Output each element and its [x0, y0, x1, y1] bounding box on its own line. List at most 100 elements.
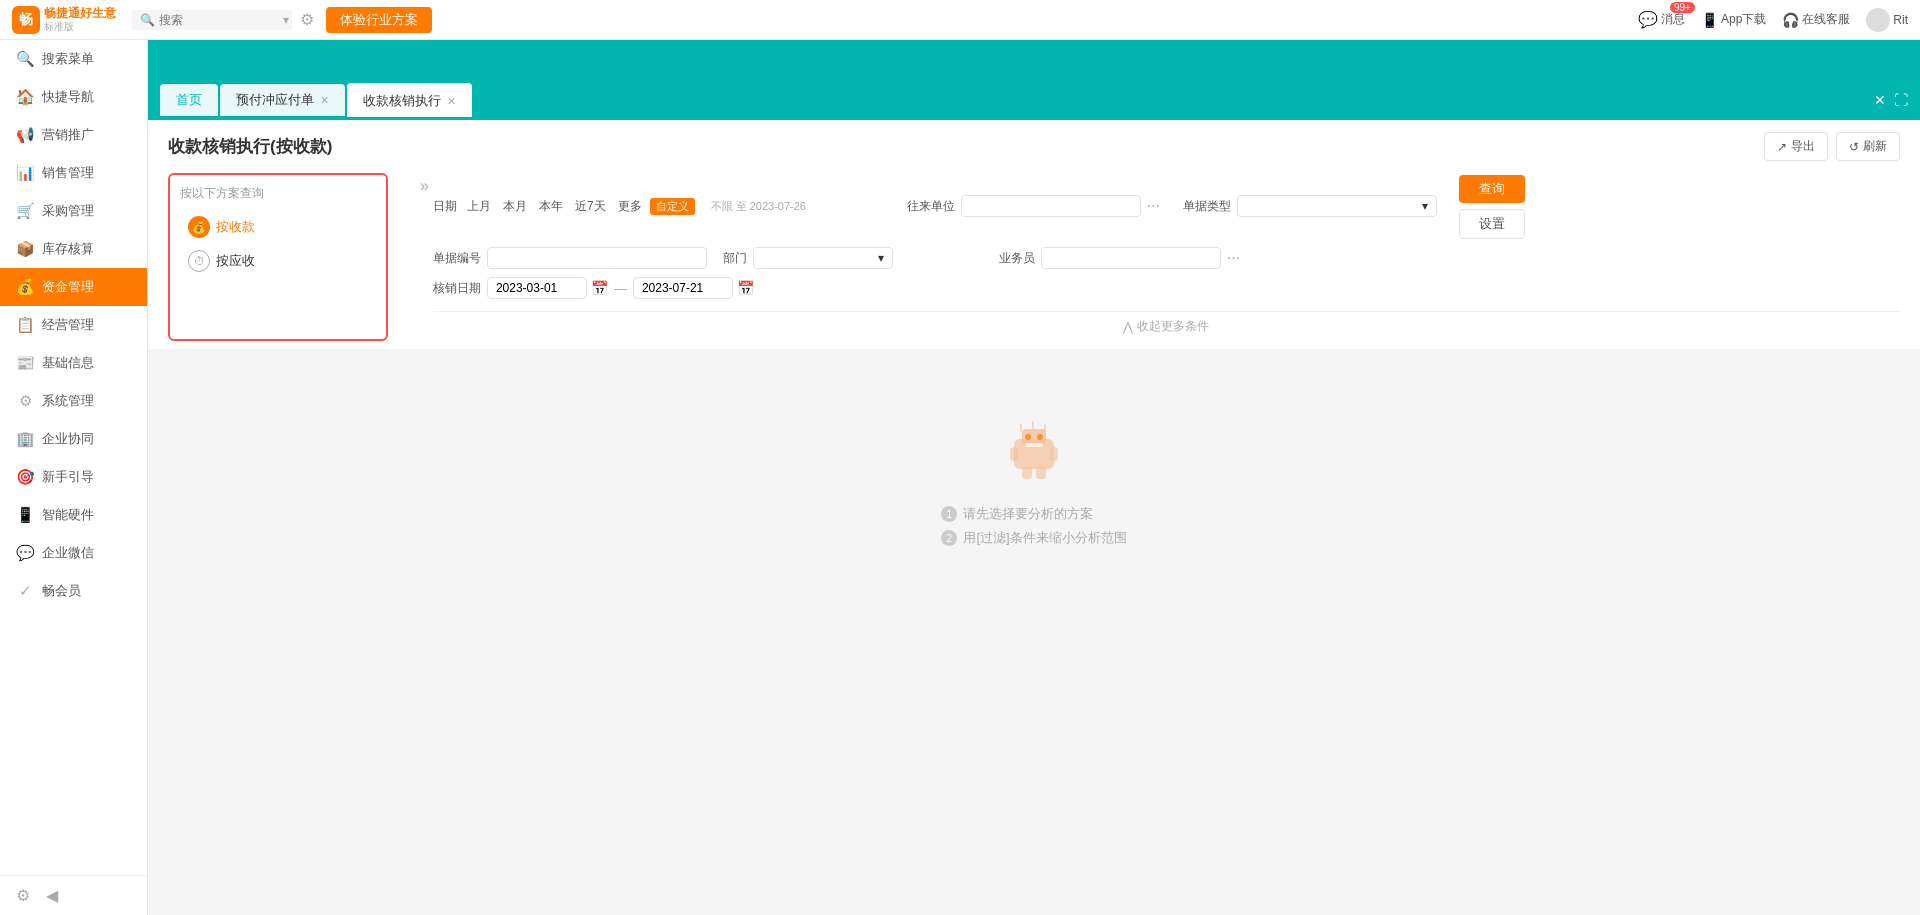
solution-button[interactable]: 体验行业方案 [326, 7, 432, 33]
message-badge: 99+ [1670, 2, 1695, 13]
filter-option-by-receivable[interactable]: ⏱ 按应收 [180, 244, 376, 278]
collapse-more-conditions[interactable]: ⋀ 收起更多条件 [433, 311, 1900, 341]
sidebar-item-inventory[interactable]: 📦 库存核算 [0, 230, 147, 268]
refresh-button[interactable]: ↺ 刷新 [1836, 132, 1900, 161]
user-button[interactable]: Rit [1866, 8, 1908, 32]
sidebar-item-business[interactable]: 📋 经营管理 [0, 306, 147, 344]
date-custom-tag[interactable]: 自定义 [650, 198, 695, 215]
tab-receipt[interactable]: 收款核销执行 ✕ [347, 83, 472, 117]
filter-field-counterpart: 往来单位 ··· [907, 195, 1167, 217]
sidebar-item-basic[interactable]: 📰 基础信息 [0, 344, 147, 382]
empty-state-image [994, 409, 1074, 489]
empty-state: 1 请先选择要分析的方案 2 用[过滤]条件来缩小分析范围 [148, 349, 1920, 587]
sidebar-item-enterprise[interactable]: 🏢 企业协同 [0, 420, 147, 458]
page-content: 收款核销执行(按收款) ↗ 导出 ↺ 刷新 按以下方案 [148, 120, 1920, 915]
filter-buttons: 查询 设置 [1459, 175, 1525, 239]
svg-point-2 [1025, 434, 1031, 440]
enterprise-icon: 🏢 [16, 430, 34, 448]
dept-select[interactable]: ▾ [753, 247, 893, 269]
staff-dots-icon[interactable]: ··· [1227, 249, 1240, 267]
date-range-separator: — [614, 281, 627, 296]
date-shortcut-this-month[interactable]: 本月 [499, 196, 531, 217]
sidebar-item-label: 经营管理 [42, 316, 94, 334]
message-button[interactable]: 💬 消息 99+ [1638, 10, 1685, 29]
service-label: 在线客服 [1802, 11, 1850, 28]
date-label: 日期 [433, 198, 457, 215]
sidebar-item-guide[interactable]: 🎯 新手引导 [0, 458, 147, 496]
sidebar-item-marketing[interactable]: 📢 营销推广 [0, 116, 147, 154]
dept-label: 部门 [723, 250, 747, 267]
tip-num-1: 1 [941, 506, 957, 522]
export-icon: ↗ [1777, 140, 1787, 154]
doc-type-select[interactable]: ▾ [1237, 195, 1437, 217]
tab-receipt-close[interactable]: ✕ [447, 95, 456, 108]
sidebar-item-member[interactable]: ✓ 畅会员 [0, 572, 147, 610]
sidebar-item-hardware[interactable]: 📱 智能硬件 [0, 496, 147, 534]
verify-date-end-input[interactable] [633, 277, 733, 299]
date-shortcut-7days[interactable]: 近7天 [571, 196, 610, 217]
filter-field-date: 日期 上月 本月 本年 近7天 更多 自定义 [433, 196, 695, 217]
filter-field-verify-date: 核销日期 📅 — 📅 [433, 277, 754, 299]
page-title: 收款核销执行(按收款) [168, 135, 332, 158]
filter-field-doc-no: 单据编号 [433, 247, 707, 269]
chevron-up-icon: ⋀ [1123, 320, 1133, 334]
filter-scheme-panel: 按以下方案查询 💰 按收款 ⏱ 按应收 [168, 173, 388, 341]
tab-expand-icon[interactable]: ⛶ [1894, 92, 1908, 108]
tabs-bar: 首页 预付冲应付单 ✕ 收款核销执行 ✕ ✕ ⛶ [148, 80, 1920, 120]
staff-label: 业务员 [999, 250, 1035, 267]
business-icon: 📋 [16, 316, 34, 334]
sidebar-item-quick[interactable]: 🏠 快捷导航 [0, 78, 147, 116]
tab-home-label: 首页 [176, 91, 202, 109]
tab-prepay[interactable]: 预付冲应付单 ✕ [220, 84, 345, 116]
date-shortcut-last-month[interactable]: 上月 [463, 196, 495, 217]
export-button[interactable]: ↗ 导出 [1764, 132, 1828, 161]
page-actions: ↗ 导出 ↺ 刷新 [1764, 132, 1900, 161]
verify-date-end-group: 📅 [633, 277, 754, 299]
sidebar-item-system[interactable]: ⚙ 系统管理 [0, 382, 147, 420]
settings-icon[interactable]: ⚙ [16, 886, 30, 905]
collapse-filter-left-button[interactable]: » [416, 173, 433, 199]
sidebar-item-label: 营销推广 [42, 126, 94, 144]
doc-no-input[interactable] [487, 247, 707, 269]
settings-button[interactable]: 设置 [1459, 209, 1525, 239]
calendar-end-icon[interactable]: 📅 [737, 280, 754, 296]
filter-option-by-receipt[interactable]: 💰 按收款 [180, 210, 376, 244]
calendar-start-icon[interactable]: 📅 [591, 280, 608, 296]
collapse-label: 收起更多条件 [1137, 318, 1209, 335]
staff-input[interactable] [1041, 247, 1221, 269]
avatar [1866, 8, 1890, 32]
message-label: 消息 [1661, 11, 1685, 28]
sidebar-item-finance[interactable]: 💰 资金管理 [0, 268, 147, 306]
sidebar-item-sales[interactable]: 📊 销售管理 [0, 154, 147, 192]
verify-date-start-input[interactable] [487, 277, 587, 299]
tab-home[interactable]: 首页 [160, 84, 218, 116]
sidebar-item-search[interactable]: 🔍 搜索菜单 [0, 40, 147, 78]
logo-icon: 畅 [12, 6, 40, 34]
counterpart-dots-icon[interactable]: ··· [1147, 197, 1160, 215]
doc-type-label: 单据类型 [1183, 198, 1231, 215]
appdown-label: App下载 [1721, 11, 1766, 28]
query-button[interactable]: 查询 [1459, 175, 1525, 203]
counterpart-input[interactable] [961, 195, 1141, 217]
wechat-icon: 💬 [16, 544, 34, 562]
gear-icon[interactable]: ⚙ [300, 10, 314, 29]
sidebar-bottom: ⚙ ◀ [0, 875, 147, 915]
search-bar[interactable]: 🔍 ▾ [132, 10, 292, 30]
sales-icon: 📊 [16, 164, 34, 182]
sidebar-item-purchase[interactable]: 🛒 采购管理 [0, 192, 147, 230]
date-shortcut-more[interactable]: 更多 [614, 196, 646, 217]
service-button[interactable]: 🎧 在线客服 [1782, 11, 1850, 28]
date-shortcut-this-year[interactable]: 本年 [535, 196, 567, 217]
sidebar: 🔍 搜索菜单 🏠 快捷导航 📢 营销推广 📊 销售管理 🛒 采购管理 📦 库存核… [0, 40, 148, 915]
collapse-sidebar-icon[interactable]: ◀ [46, 886, 58, 905]
search-input[interactable] [159, 13, 279, 27]
tab-receipt-label: 收款核销执行 [363, 92, 441, 110]
sidebar-item-label: 系统管理 [42, 392, 94, 410]
filter-scheme-title: 按以下方案查询 [180, 185, 376, 202]
appdown-button[interactable]: 📱 App下载 [1701, 11, 1766, 28]
tab-prepay-close[interactable]: ✕ [320, 94, 329, 107]
app-version: 标准版 [44, 21, 116, 33]
sidebar-item-wechat[interactable]: 💬 企业微信 [0, 534, 147, 572]
dropdown-icon[interactable]: ▾ [283, 13, 289, 27]
tab-close-icon[interactable]: ✕ [1874, 92, 1886, 108]
